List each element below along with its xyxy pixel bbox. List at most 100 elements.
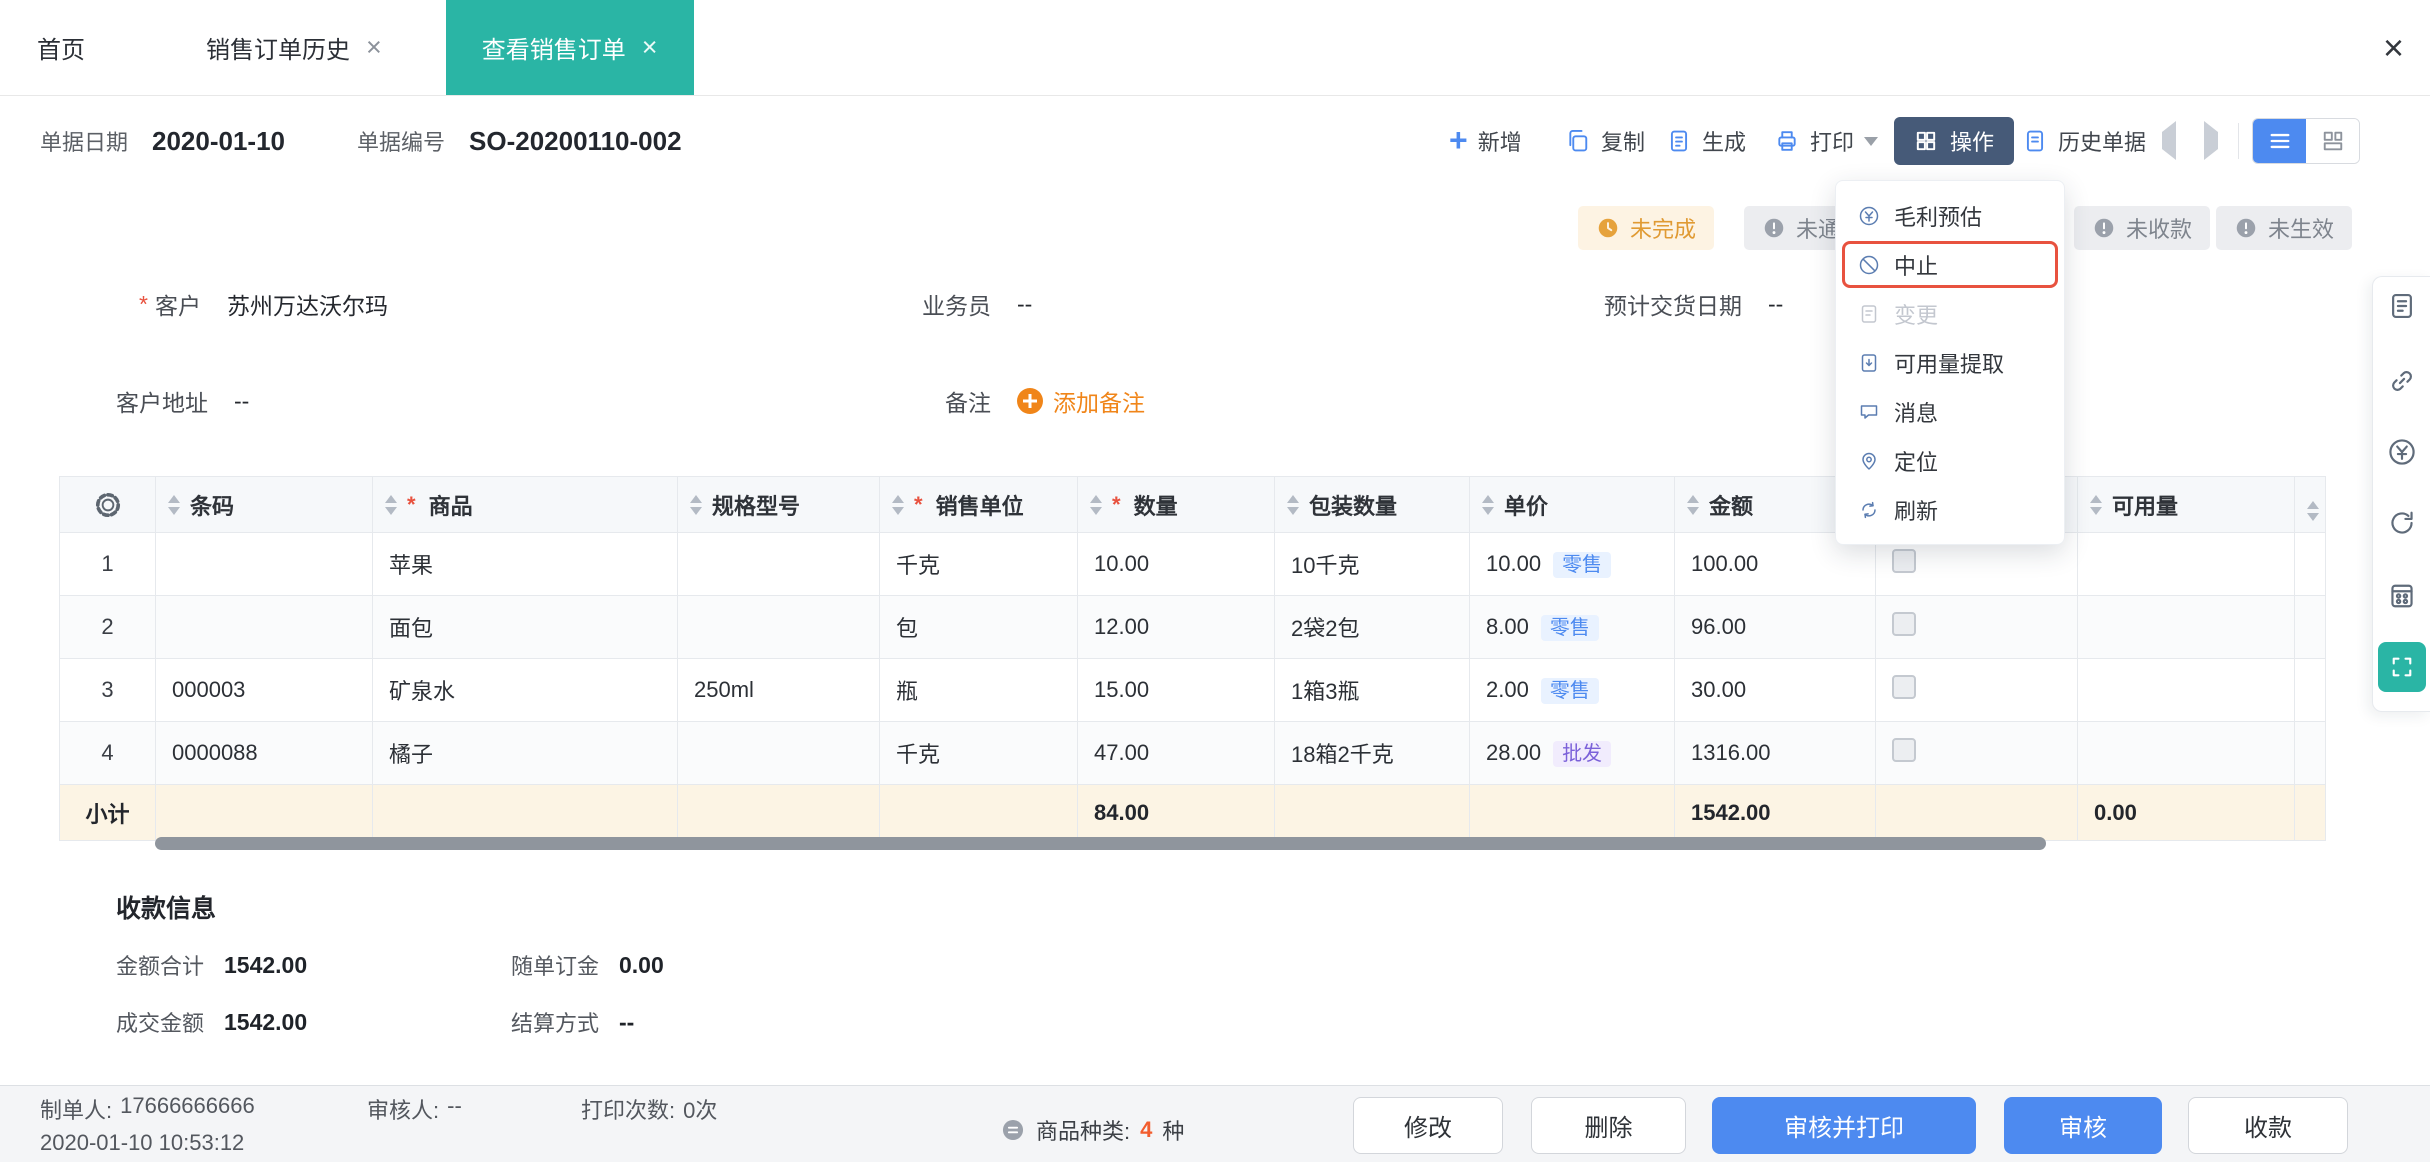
- amount-total-value: 1542.00: [224, 951, 308, 978]
- cell-unit: 包: [879, 595, 1078, 659]
- view-mode-toggles: [2252, 118, 2360, 164]
- cell-select: [1875, 595, 2078, 659]
- fullscreen-button[interactable]: [2378, 642, 2426, 692]
- menu-item-locate[interactable]: 定位: [1836, 436, 2064, 485]
- table-row: 4 0000088 橘子 千克 47.00 18箱2千克 28.00 批发 131…: [59, 721, 2326, 785]
- cell-select: [1875, 658, 2078, 722]
- plus-circle-icon: [1017, 388, 1043, 414]
- cell-unit: 千克: [879, 532, 1078, 596]
- calculator-tool[interactable]: [2387, 581, 2417, 611]
- auditor-value: --: [447, 1093, 462, 1118]
- customer-value: 苏州万达沃尔玛: [226, 293, 388, 319]
- delivery-date-field[interactable]: 预计交货日期 --: [1604, 287, 1783, 321]
- card-view-toggle[interactable]: [2306, 119, 2359, 163]
- menu-item-message[interactable]: 消息: [1836, 387, 2064, 436]
- sort-icon: [2090, 494, 2102, 515]
- refresh-tool[interactable]: [2387, 508, 2417, 538]
- menu-item-refresh[interactable]: 刷新: [1836, 485, 2064, 534]
- prev-doc-button[interactable]: [2162, 121, 2176, 160]
- ban-icon: [1859, 255, 1879, 274]
- row-checkbox[interactable]: [1892, 612, 1916, 636]
- col-header-qty[interactable]: * 数量: [1077, 476, 1275, 533]
- cell-amount: 96.00: [1674, 595, 1876, 659]
- menu-item-abort[interactable]: 中止: [1836, 240, 2064, 289]
- col-header-stub: [2294, 476, 2326, 533]
- footer-bar: 制单人: 17666666666 2020-01-10 10:53:12 审核人…: [0, 1085, 2430, 1162]
- col-header-product[interactable]: * 商品: [372, 476, 678, 533]
- add-remark-button[interactable]: 添加备注: [1017, 384, 1145, 418]
- copy-button[interactable]: 复制: [1565, 125, 1645, 157]
- price-type-tag[interactable]: 零售: [1553, 551, 1612, 578]
- tab-view-sales-order[interactable]: 查看销售订单 ×: [445, 0, 694, 95]
- cell-pack: 2袋2包: [1274, 595, 1470, 659]
- audit-button[interactable]: 审核: [2004, 1097, 2162, 1154]
- subtotal-qty: 84.00: [1077, 784, 1275, 841]
- related-link-tool[interactable]: [2387, 366, 2417, 396]
- card-view-icon: [2323, 131, 2342, 151]
- price-type-tag[interactable]: 批发: [1553, 740, 1612, 767]
- row-index: 4: [59, 721, 156, 785]
- row-index: 2: [59, 595, 156, 659]
- change-doc-icon: [1861, 304, 1877, 323]
- col-header-spec[interactable]: 规格型号: [677, 476, 880, 533]
- add-button[interactable]: + 新增: [1449, 124, 1522, 157]
- window-close-icon[interactable]: ×: [2383, 27, 2404, 69]
- collect-payment-button[interactable]: 收款: [2188, 1097, 2348, 1154]
- message-icon: [1860, 404, 1878, 419]
- generate-button[interactable]: 生成: [1666, 125, 1746, 157]
- operate-button[interactable]: 操作: [1894, 117, 2015, 165]
- required-marker: *: [139, 290, 148, 317]
- cell-unit: 千克: [879, 721, 1078, 785]
- order-form-tool[interactable]: [2387, 291, 2417, 321]
- tab-sales-order-history[interactable]: 销售订单历史 ×: [170, 0, 418, 95]
- cell-price: 2.00 零售: [1469, 658, 1675, 722]
- subtotal-row: 小计 84.00 1542.00 0.00: [59, 784, 2326, 841]
- col-header-pack-qty[interactable]: 包装数量: [1274, 476, 1470, 533]
- col-header-price[interactable]: 单价: [1469, 476, 1675, 533]
- delete-button[interactable]: 删除: [1531, 1097, 1686, 1154]
- col-header-available[interactable]: 可用量: [2077, 476, 2295, 533]
- modify-button[interactable]: 修改: [1353, 1097, 1503, 1154]
- column-settings-header[interactable]: [59, 476, 156, 533]
- generate-icon: [1670, 130, 1688, 152]
- tab-home[interactable]: 首页: [0, 0, 130, 95]
- sort-icon: [168, 494, 180, 515]
- doc-number-label: 单据编号: [357, 130, 446, 155]
- horizontal-scrollbar[interactable]: [155, 837, 2046, 850]
- close-icon[interactable]: ×: [366, 34, 382, 61]
- link-icon: [2391, 371, 2412, 391]
- print-button[interactable]: 打印: [1774, 125, 1879, 157]
- cell-qty: 10.00: [1077, 532, 1275, 596]
- cell-barcode: [155, 532, 373, 596]
- deal-amount-value: 1542.00: [224, 1008, 308, 1035]
- audit-and-print-button[interactable]: 审核并打印: [1712, 1097, 1976, 1154]
- close-icon[interactable]: ×: [642, 34, 658, 61]
- col-header-unit[interactable]: * 销售单位: [879, 476, 1078, 533]
- tab-label: 销售订单历史: [206, 37, 350, 64]
- history-docs-button[interactable]: 历史单据: [2022, 125, 2146, 157]
- menu-item-available-extract[interactable]: 可用量提取: [1836, 338, 2064, 387]
- salesman-field[interactable]: 业务员 --: [922, 287, 1032, 321]
- info-icon: [2236, 218, 2256, 238]
- customer-field[interactable]: * 客户 苏州万达沃尔玛: [139, 287, 388, 321]
- row-checkbox[interactable]: [1892, 549, 1916, 573]
- cell-barcode: [155, 595, 373, 659]
- list-view-toggle[interactable]: [2253, 119, 2306, 163]
- product-category-count: 商品种类: 4 种: [1000, 1114, 1184, 1146]
- payment-section-title: 收款信息: [116, 895, 217, 923]
- price-type-tag[interactable]: 零售: [1540, 614, 1599, 641]
- next-doc-button[interactable]: [2204, 121, 2218, 160]
- delivery-date-label: 预计交货日期: [1604, 293, 1742, 319]
- customer-address-field[interactable]: 客户地址 --: [116, 384, 249, 418]
- payment-tool[interactable]: [2387, 437, 2417, 467]
- price-type-tag[interactable]: 零售: [1540, 677, 1599, 704]
- status-badge-unpaid: 未收款: [2074, 206, 2211, 250]
- row-index: 1: [59, 532, 156, 596]
- cell-stub: [2294, 595, 2326, 659]
- row-checkbox[interactable]: [1892, 738, 1916, 762]
- menu-item-profit-estimate[interactable]: 毛利预估: [1836, 191, 2064, 240]
- print-icon: [1778, 131, 1796, 151]
- print-count-info: 打印次数: 0次: [581, 1093, 717, 1125]
- col-header-barcode[interactable]: 条码: [155, 476, 373, 533]
- row-checkbox[interactable]: [1892, 675, 1916, 699]
